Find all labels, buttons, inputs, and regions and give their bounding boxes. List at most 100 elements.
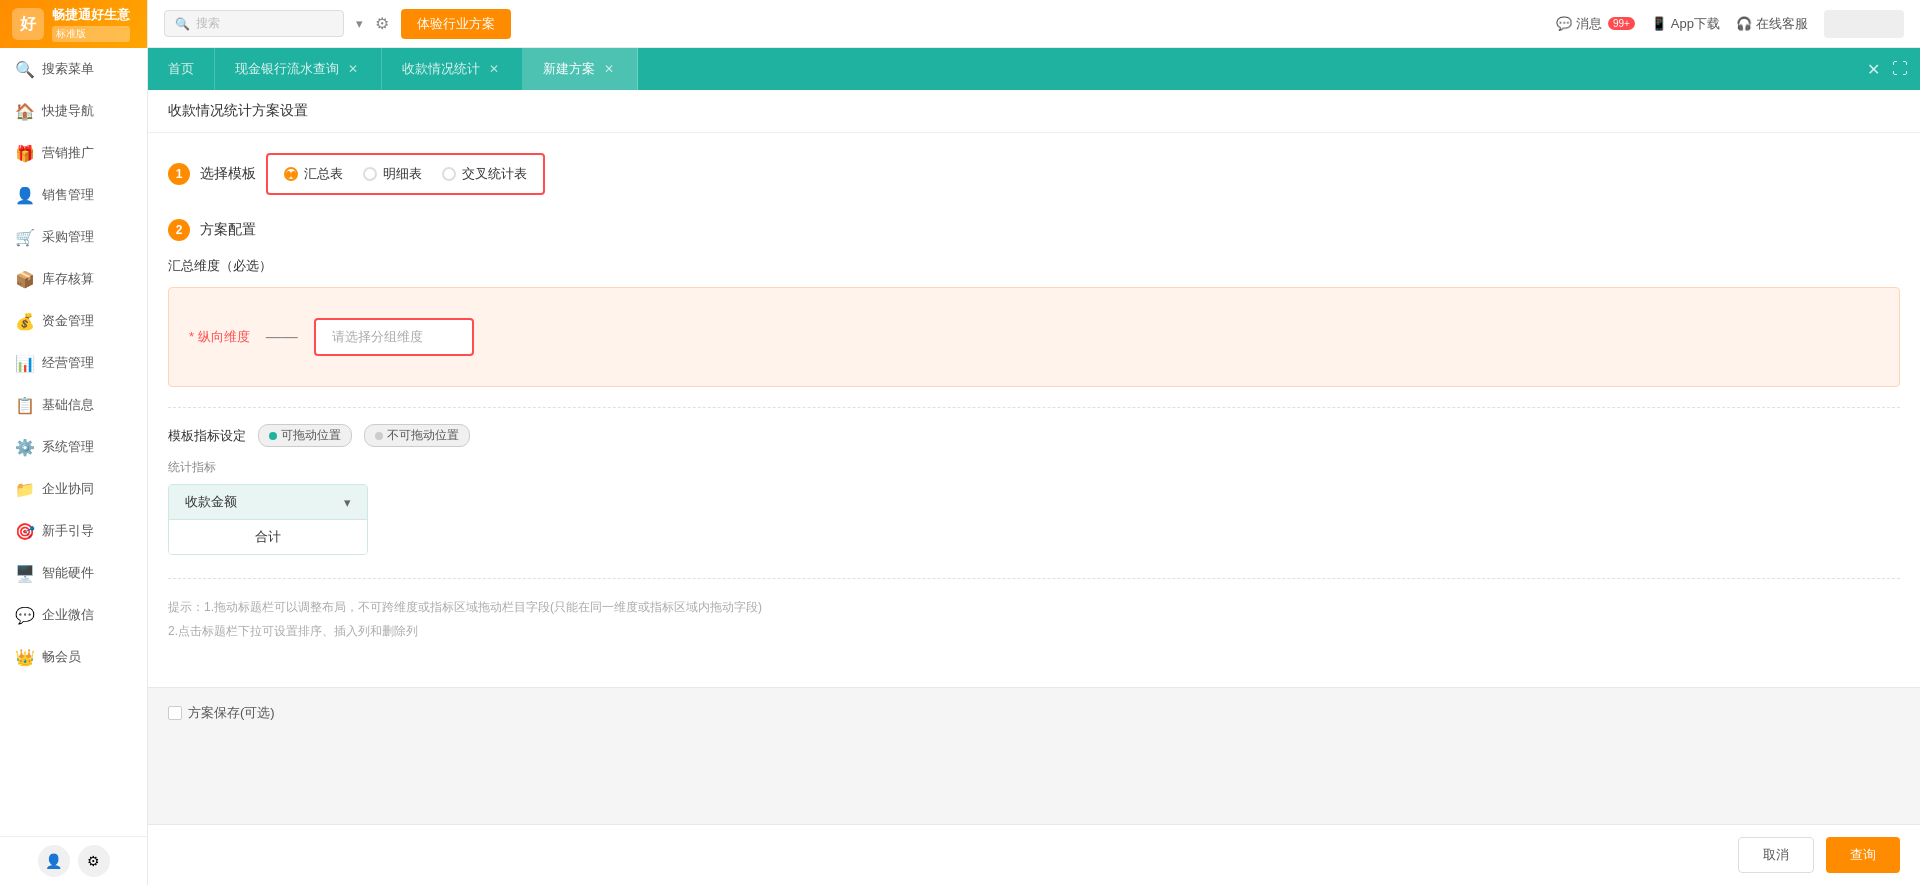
tab-payment-stats-close[interactable]: ✕ (486, 61, 502, 77)
search-icon-small: 🔍 (175, 17, 190, 31)
logo-badge: 标准版 (52, 26, 130, 42)
non-draggable-label: 不可拖动位置 (387, 427, 459, 444)
tab-home[interactable]: 首页 (148, 48, 215, 90)
tab-new-plan[interactable]: 新建方案 ✕ (523, 48, 638, 90)
search-box[interactable]: 🔍 搜索 (164, 10, 344, 37)
sidebar-item-hardware[interactable]: 🖥️ 智能硬件 (0, 552, 147, 594)
page-header: 收款情况统计方案设置 (148, 90, 1920, 133)
monitor-icon: 🖥️ (16, 564, 34, 582)
download-label: App下载 (1671, 15, 1720, 33)
tab-new-plan-close[interactable]: ✕ (601, 61, 617, 77)
step2-section: 2 方案配置 汇总维度（必选） * 纵向维度 —— 请选择分组维度 (168, 219, 1900, 643)
radio-detail-btn[interactable] (363, 167, 377, 181)
maximize-icon[interactable]: ⛶ (1892, 60, 1908, 78)
save-checkbox[interactable] (168, 706, 182, 720)
logo-name: 畅捷通好生意 (52, 6, 130, 24)
tabs-bar: 首页 现金银行流水查询 ✕ 收款情况统计 ✕ 新建方案 ✕ ✕ ⛶ (148, 48, 1920, 90)
stats-label: 统计指标 (168, 459, 1900, 476)
top-bar-actions: 💬 消息 99+ 📱 App下载 🎧 在线客服 (1556, 10, 1904, 38)
sidebar-label-search: 搜索菜单 (42, 60, 94, 78)
logo-text-block: 畅捷通好生意 标准版 (52, 6, 130, 42)
sidebar-item-marketing[interactable]: 🎁 营销推广 (0, 132, 147, 174)
sidebar-item-enterprise[interactable]: 📁 企业协同 (0, 468, 147, 510)
topbar-settings-icon[interactable]: ⚙ (375, 14, 389, 33)
sidebar-item-search[interactable]: 🔍 搜索菜单 (0, 48, 147, 90)
radio-summary[interactable]: 汇总表 (284, 165, 343, 183)
crown-icon: 👑 (16, 648, 34, 666)
page-title: 收款情况统计方案设置 (168, 102, 308, 118)
support-icon: 🎧 (1736, 16, 1752, 31)
sidebar-item-guide[interactable]: 🎯 新手引导 (0, 510, 147, 552)
sidebar-item-purchase[interactable]: 🛒 采购管理 (0, 216, 147, 258)
tab-cash-flow-close[interactable]: ✕ (345, 61, 361, 77)
non-draggable-badge: 不可拖动位置 (364, 424, 470, 447)
sidebar-bottom: 👤 ⚙ (0, 836, 147, 885)
hint-2: 2.点击标题栏下拉可设置排序、插入列和删除列 (168, 619, 1900, 643)
radio-cross-btn[interactable] (442, 167, 456, 181)
sidebar-label-guide: 新手引导 (42, 522, 94, 540)
sidebar-item-member[interactable]: 👑 畅会员 (0, 636, 147, 678)
hint-1: 提示：1.拖动标题栏可以调整布局，不可跨维度或指标区域拖动栏目字段(只能在同一维… (168, 595, 1900, 619)
stats-table-header[interactable]: 收款金额 ▾ (169, 485, 367, 520)
arrow-right: —— (266, 328, 298, 346)
sidebar-item-business[interactable]: 📊 经营管理 (0, 342, 147, 384)
support-label: 在线客服 (1756, 15, 1808, 33)
dimension-row: * 纵向维度 —— 请选择分组维度 (189, 318, 1879, 356)
search-icon: 🔍 (16, 60, 34, 78)
sidebar: 好 畅捷通好生意 标准版 🔍 搜索菜单 🏠 快捷导航 🎁 营销推广 👤 销售管理… (0, 0, 148, 885)
sidebar-item-finance[interactable]: 💰 资金管理 (0, 300, 147, 342)
tab-cash-flow[interactable]: 现金银行流水查询 ✕ (215, 48, 382, 90)
sidebar-label-inventory: 库存核算 (42, 270, 94, 288)
dimension-area: * 纵向维度 —— 请选择分组维度 (168, 287, 1900, 387)
notification-badge: 99+ (1608, 17, 1635, 30)
top-bar: 🔍 搜索 ▾ ⚙ 体验行业方案 💬 消息 99+ 📱 App下载 🎧 在线客服 (148, 0, 1920, 48)
user-info (1824, 10, 1904, 38)
radio-summary-btn[interactable] (284, 167, 298, 181)
sidebar-label-enterprise: 企业协同 (42, 480, 94, 498)
industry-button[interactable]: 体验行业方案 (401, 9, 511, 39)
vertical-dimension-label: * 纵向维度 (189, 328, 250, 346)
stats-total-row: 合计 (169, 520, 367, 554)
clipboard-icon: 📋 (16, 396, 34, 414)
query-button[interactable]: 查询 (1826, 837, 1900, 873)
sidebar-logo: 好 畅捷通好生意 标准版 (0, 0, 147, 48)
template-options: 汇总表 明细表 交叉统计表 (266, 153, 545, 195)
radio-detail[interactable]: 明细表 (363, 165, 422, 183)
draggable-label: 可拖动位置 (281, 427, 341, 444)
draggable-badge: 可拖动位置 (258, 424, 352, 447)
sidebar-item-sales[interactable]: 👤 销售管理 (0, 174, 147, 216)
sidebar-item-wechat[interactable]: 💬 企业微信 (0, 594, 147, 636)
gift-icon: 🎁 (16, 144, 34, 162)
sidebar-item-quick-nav[interactable]: 🏠 快捷导航 (0, 90, 147, 132)
form-card: 1 选择模板 汇总表 明细表 (148, 133, 1920, 687)
sidebar-label-basic: 基础信息 (42, 396, 94, 414)
notification-item[interactable]: 💬 消息 99+ (1556, 15, 1635, 33)
sidebar-item-basic[interactable]: 📋 基础信息 (0, 384, 147, 426)
tab-new-plan-label: 新建方案 (543, 60, 595, 78)
save-checkbox-label[interactable]: 方案保存(可选) (168, 704, 275, 722)
logo-icon: 好 (12, 8, 44, 40)
sidebar-avatar[interactable]: 👤 (38, 845, 70, 877)
dimension-select[interactable]: 请选择分组维度 (314, 318, 474, 356)
cancel-button[interactable]: 取消 (1738, 837, 1814, 873)
chart-icon: 📊 (16, 354, 34, 372)
radio-cross-label: 交叉统计表 (462, 165, 527, 183)
dimension-config: 汇总维度（必选） * 纵向维度 —— 请选择分组维度 (168, 257, 1900, 387)
stats-dropdown-icon[interactable]: ▾ (344, 495, 351, 510)
sidebar-item-inventory[interactable]: 📦 库存核算 (0, 258, 147, 300)
topbar-dropdown-icon[interactable]: ▾ (356, 16, 363, 31)
tab-payment-stats[interactable]: 收款情况统计 ✕ (382, 48, 523, 90)
radio-cross[interactable]: 交叉统计表 (442, 165, 527, 183)
sidebar-label-hardware: 智能硬件 (42, 564, 94, 582)
sidebar-settings[interactable]: ⚙ (78, 845, 110, 877)
download-item[interactable]: 📱 App下载 (1651, 15, 1720, 33)
stats-table: 收款金额 ▾ 合计 (168, 484, 368, 555)
user-icon: 👤 (16, 186, 34, 204)
sidebar-item-system[interactable]: ⚙️ 系统管理 (0, 426, 147, 468)
tab-home-label: 首页 (168, 60, 194, 78)
step1-title: 选择模板 (200, 165, 256, 183)
dimension-label-text: 汇总维度（必选） (168, 258, 272, 273)
close-window-icon[interactable]: ✕ (1867, 60, 1880, 79)
save-option-bar: 方案保存(可选) (148, 687, 1920, 738)
support-item[interactable]: 🎧 在线客服 (1736, 15, 1808, 33)
